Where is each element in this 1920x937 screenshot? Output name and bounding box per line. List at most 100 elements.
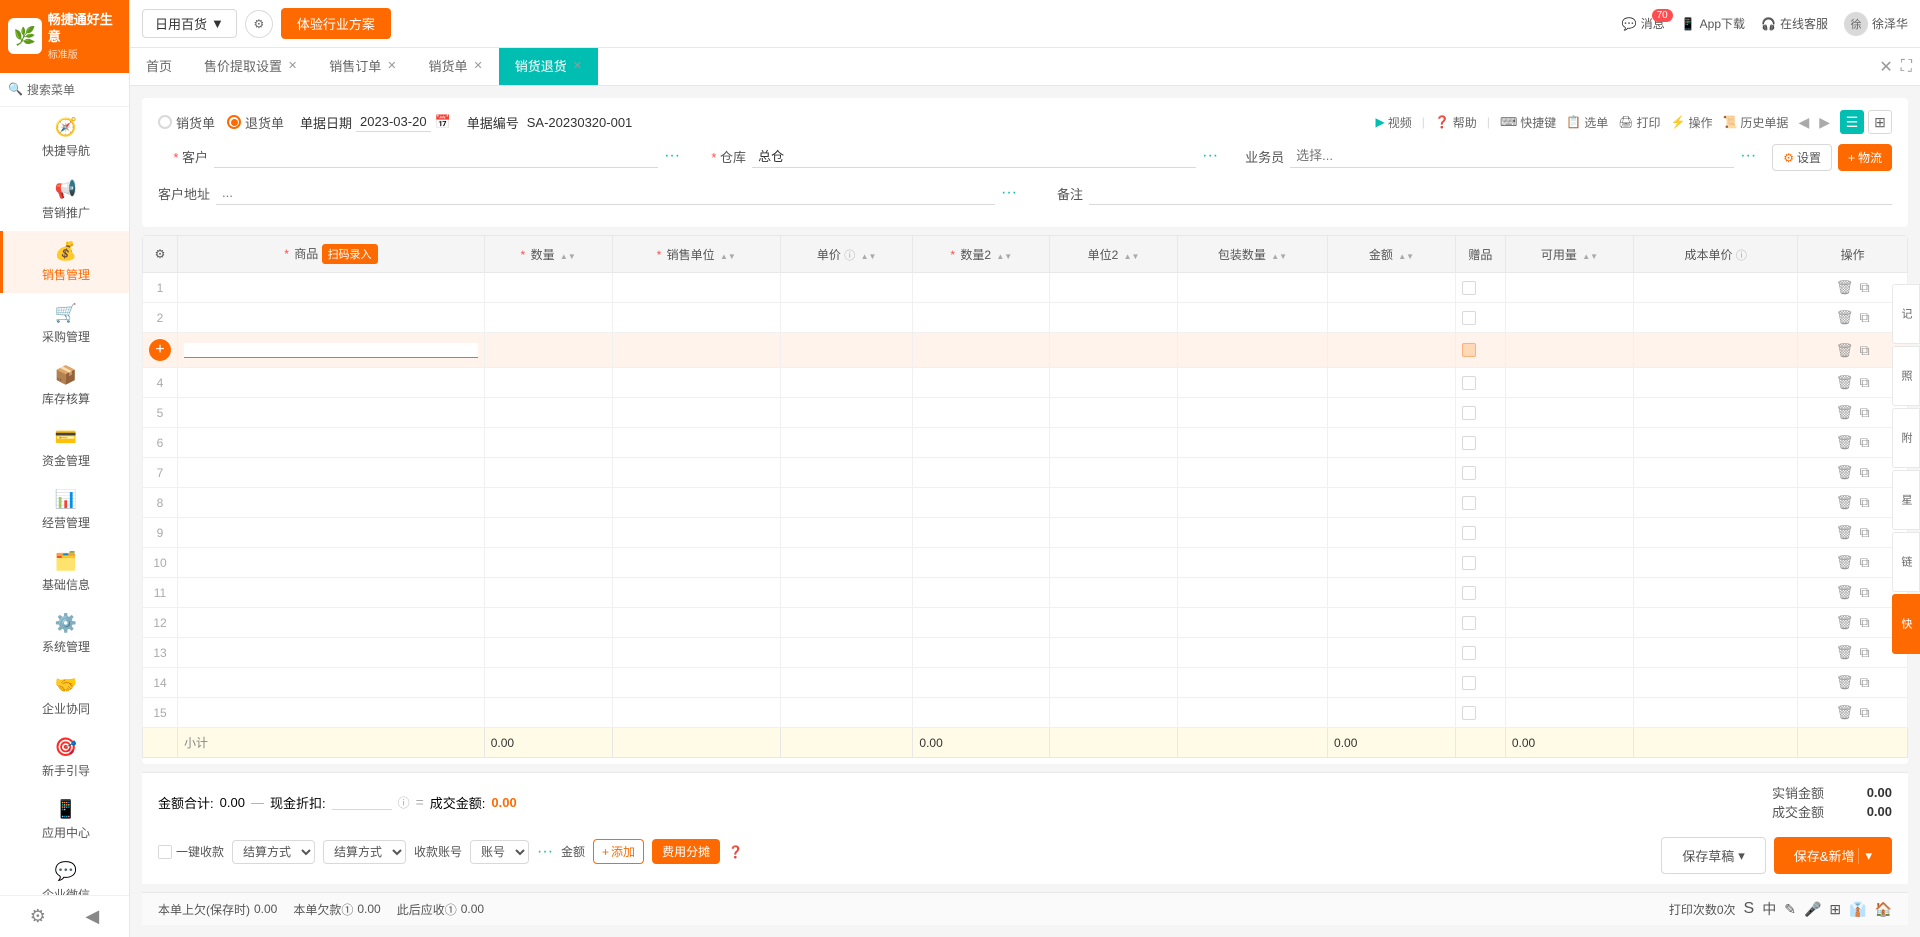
sort-icon[interactable]: ▲▼ xyxy=(996,252,1012,261)
product-cell[interactable] xyxy=(178,273,485,303)
copy-btn[interactable]: ⧉ xyxy=(1860,614,1870,631)
gift-checkbox[interactable] xyxy=(1462,646,1476,660)
tab-close-icon[interactable]: ✕ xyxy=(387,59,396,72)
qty2-cell[interactable] xyxy=(913,303,1050,333)
delete-btn[interactable]: 🗑 xyxy=(1836,342,1854,359)
toolbar-help[interactable]: ❓ 帮助 xyxy=(1435,114,1477,131)
customer-input[interactable] xyxy=(214,144,658,168)
radio-return[interactable]: 退货单 xyxy=(227,113,284,132)
product-cell-active[interactable] xyxy=(178,333,485,368)
delete-btn[interactable]: 🗑 xyxy=(1836,584,1854,601)
copy-btn[interactable]: ⧉ xyxy=(1860,554,1870,571)
chevron-down-icon[interactable]: ▾ xyxy=(1858,848,1872,864)
fee-split-btn[interactable]: 费用分摊 xyxy=(652,839,720,864)
sidebar-item-marketing[interactable]: 📢 营销推广 xyxy=(0,169,129,231)
sidebar-item-base[interactable]: 🗂️ 基础信息 xyxy=(0,541,129,603)
tab-sale-price[interactable]: 售价提取设置 ✕ xyxy=(188,48,313,85)
toolbar-print[interactable]: 🖨 打印 xyxy=(1618,114,1660,131)
sidebar-item-finance[interactable]: 💳 资金管理 xyxy=(0,417,129,479)
price-cell[interactable] xyxy=(780,303,912,333)
delete-btn[interactable]: 🗑 xyxy=(1836,614,1854,631)
unit2-cell[interactable] xyxy=(1050,273,1178,303)
copy-btn[interactable]: ⧉ xyxy=(1860,584,1870,601)
toolbar-operate[interactable]: ⚡ 操作 xyxy=(1671,114,1713,131)
tool5-icon[interactable]: 👔 xyxy=(1849,901,1866,918)
one-click-payment[interactable]: 一键收款 xyxy=(158,843,224,860)
sort-icon[interactable]: ▲▼ xyxy=(1398,252,1414,261)
quick-note-btn[interactable]: 记 xyxy=(1892,284,1920,344)
cost-cell[interactable] xyxy=(1634,303,1798,333)
gift-checkbox[interactable] xyxy=(1462,406,1476,420)
toolbar-video[interactable]: ▶ 视频 xyxy=(1375,114,1411,131)
avail-cell[interactable] xyxy=(1505,303,1633,333)
copy-btn[interactable]: ⧉ xyxy=(1860,309,1870,326)
save-new-btn[interactable]: 保存&新增 ▾ xyxy=(1774,837,1892,874)
sort-icon[interactable]: ▲▼ xyxy=(720,252,736,261)
tab-sale-delivery[interactable]: 销货单 ✕ xyxy=(412,48,498,85)
tool4-icon[interactable]: ⊞ xyxy=(1829,901,1841,918)
cost-cell[interactable] xyxy=(1634,273,1798,303)
address-input[interactable] xyxy=(216,181,995,205)
radio-delivery[interactable]: 销货单 xyxy=(158,113,215,132)
one-click-checkbox[interactable] xyxy=(158,845,172,859)
staff-picker-btn[interactable]: ··· xyxy=(1740,147,1756,165)
delete-btn[interactable]: 🗑 xyxy=(1836,554,1854,571)
prev-icon[interactable]: ◀ xyxy=(1798,114,1809,131)
pkg-cell[interactable] xyxy=(1177,303,1327,333)
delete-btn[interactable]: 🗑 xyxy=(1836,279,1854,296)
sort-icon[interactable]: ▲▼ xyxy=(1271,252,1287,261)
save-draft-btn[interactable]: 保存草稿 ▾ xyxy=(1661,837,1766,874)
amount-cell[interactable] xyxy=(1328,303,1456,333)
tab-sale-return[interactable]: 销货退货 ✕ xyxy=(499,48,598,85)
tool6-icon[interactable]: 🏠 xyxy=(1875,901,1892,918)
delete-btn[interactable]: 🗑 xyxy=(1836,704,1854,721)
qty-cell[interactable] xyxy=(484,303,612,333)
copy-btn[interactable]: ⧉ xyxy=(1860,374,1870,391)
delete-btn[interactable]: 🗑 xyxy=(1836,374,1854,391)
doc-date-value[interactable]: 2023-03-20 xyxy=(356,112,431,132)
tab-close-icon[interactable]: ✕ xyxy=(474,59,483,72)
pkg-cell[interactable] xyxy=(1177,273,1327,303)
settlement-select[interactable]: 结算方式 xyxy=(232,840,315,864)
copy-btn[interactable]: ⧉ xyxy=(1860,494,1870,511)
amount-cell-active[interactable] xyxy=(1328,333,1456,368)
sidebar-item-quick-nav[interactable]: 🧭 快捷导航 xyxy=(0,107,129,169)
scan-btn[interactable]: 扫码录入 xyxy=(322,244,378,264)
gift-checkbox[interactable] xyxy=(1462,586,1476,600)
delete-btn[interactable]: 🗑 xyxy=(1836,494,1854,511)
sidebar-item-operation[interactable]: 📊 经营管理 xyxy=(0,479,129,541)
toolbar-select[interactable]: 📋 选单 xyxy=(1566,114,1608,131)
sidebar-item-apps[interactable]: 📱 应用中心 xyxy=(0,789,129,851)
price-cell[interactable] xyxy=(780,273,912,303)
gift-checkbox[interactable] xyxy=(1462,556,1476,570)
calendar-icon[interactable]: 📅 xyxy=(435,114,451,130)
calc-select[interactable]: 结算方式 xyxy=(323,840,406,864)
gift-checkbox[interactable] xyxy=(1462,526,1476,540)
message-btn[interactable]: 💬 消息 70 xyxy=(1622,15,1665,32)
quick-photo-btn[interactable]: 照 xyxy=(1892,346,1920,406)
search-menu[interactable]: 🔍 搜索菜单 xyxy=(0,73,129,107)
tab-close-icon[interactable]: ✕ xyxy=(288,59,297,72)
sidebar-item-sales[interactable]: 💰 销售管理 xyxy=(0,231,129,293)
price-cell-active[interactable] xyxy=(780,333,912,368)
chevron-down-icon[interactable]: ▾ xyxy=(1738,848,1745,864)
quick-active-btn[interactable]: 快 xyxy=(1892,594,1920,654)
quick-attach-btn[interactable]: 附 xyxy=(1892,408,1920,468)
quick-link-btn[interactable]: 链 xyxy=(1892,532,1920,592)
gift-checkbox[interactable] xyxy=(1462,436,1476,450)
view-list-btn[interactable]: ☰ xyxy=(1840,110,1864,134)
delete-btn[interactable]: 🗑 xyxy=(1836,674,1854,691)
qty-cell-active[interactable] xyxy=(484,333,612,368)
tool2-icon[interactable]: ✎ xyxy=(1784,901,1796,918)
view-grid-btn[interactable]: ⊞ xyxy=(1868,110,1892,134)
copy-btn[interactable]: ⧉ xyxy=(1860,644,1870,661)
gift-checkbox[interactable] xyxy=(1462,706,1476,720)
unit2-cell-active[interactable] xyxy=(1050,333,1178,368)
quick-star-btn[interactable]: 星 xyxy=(1892,470,1920,530)
sort-icon[interactable]: ▲▼ xyxy=(1124,252,1140,261)
amount-cell[interactable] xyxy=(1328,273,1456,303)
delete-btn[interactable]: 🗑 xyxy=(1836,524,1854,541)
gift-checkbox[interactable] xyxy=(1462,281,1476,295)
copy-btn[interactable]: ⧉ xyxy=(1860,434,1870,451)
sort-icon[interactable]: ▲▼ xyxy=(1582,252,1598,261)
